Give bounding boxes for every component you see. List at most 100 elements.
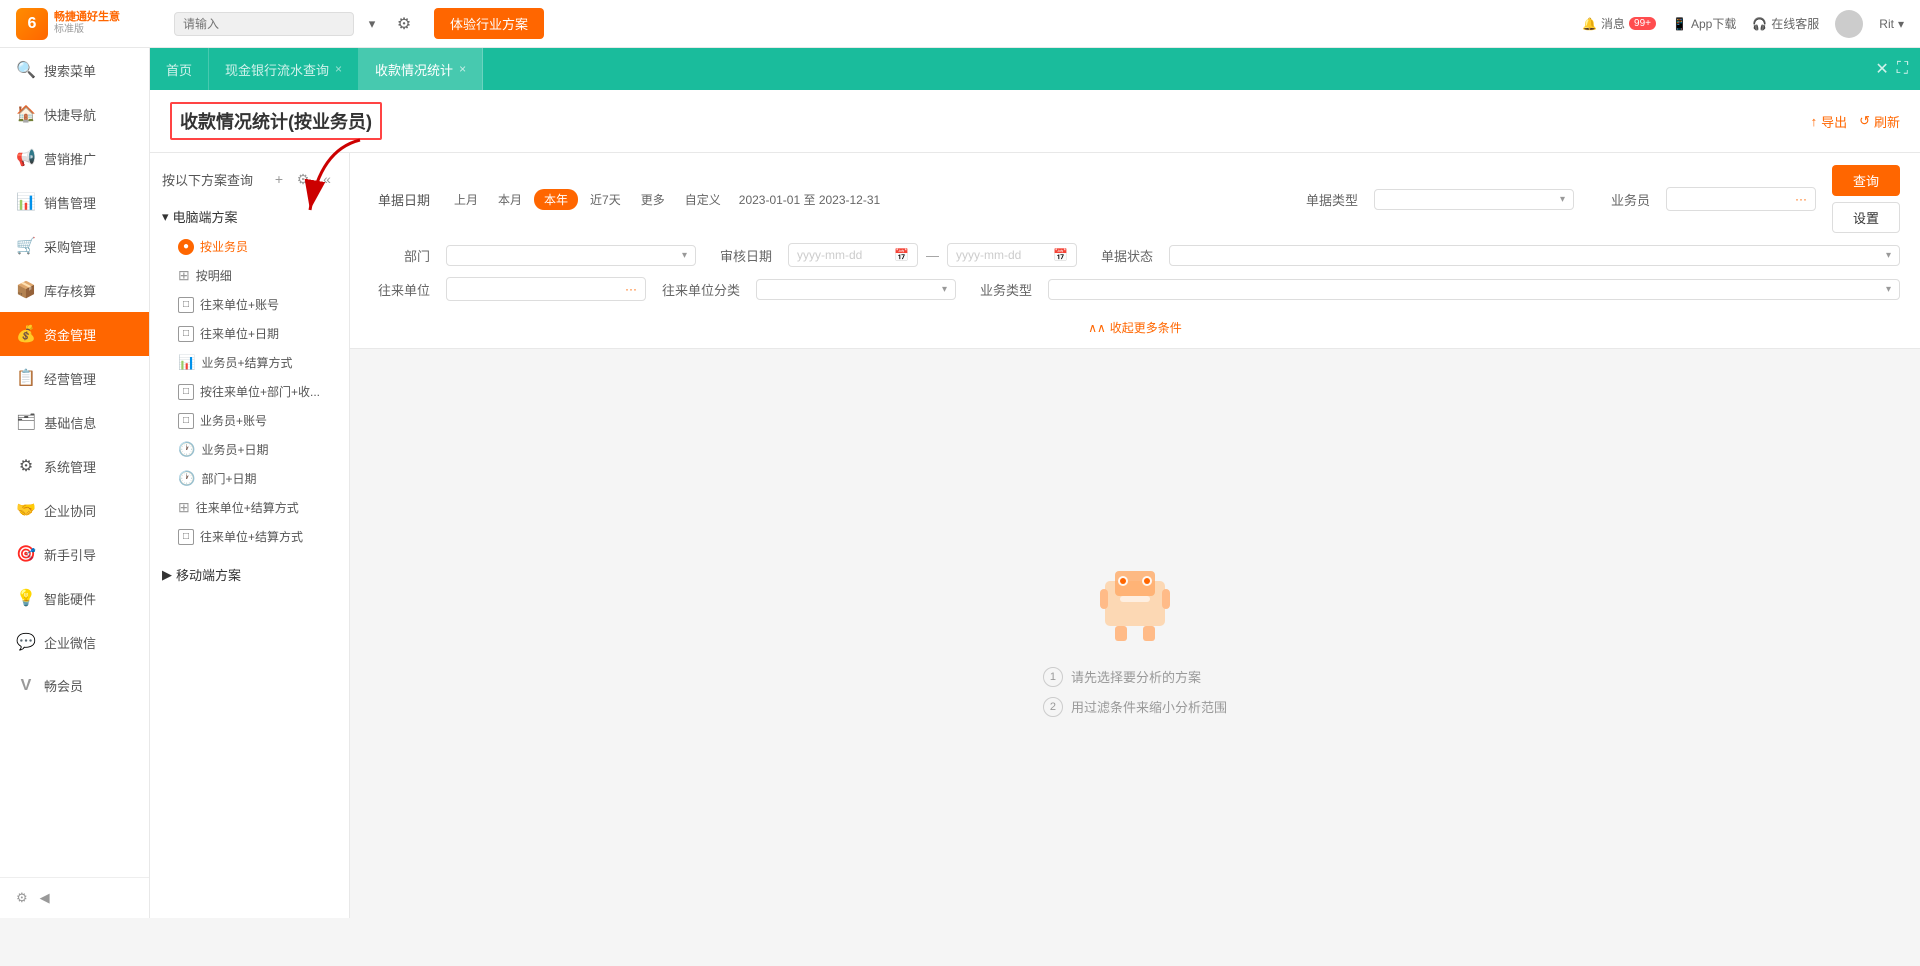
chevron-down-icon: ▾ (1886, 284, 1891, 295)
add-scheme-button[interactable]: + (269, 169, 289, 189)
scheme-settings-icon[interactable]: ⚙ (293, 169, 313, 189)
sidebar-item-label: 经营管理 (44, 369, 96, 388)
bottom-settings-icon[interactable]: ⚙ (16, 890, 28, 906)
scheme-group-mobile-header[interactable]: ▶ 移动端方案 (150, 559, 349, 590)
date-tab-more[interactable]: 更多 (633, 188, 673, 211)
partner-category-label: 往来单位分类 (662, 280, 740, 299)
tab-collection-stats-close[interactable]: × (459, 62, 466, 76)
sidebar-item-capital[interactable]: 💰 资金管理 (0, 312, 149, 356)
scheme-item-salesman-date[interactable]: 🕐 业务员+日期 (150, 435, 349, 464)
query-button[interactable]: 查询 (1832, 165, 1900, 196)
review-date-start-input[interactable]: yyyy-mm-dd 📅 (788, 243, 918, 267)
sidebar-item-operations[interactable]: 📋 经营管理 (0, 356, 149, 400)
sidebar-bottom: ⚙ ◀ (0, 877, 149, 918)
scheme-item-dept-date[interactable]: 🕐 部门+日期 (150, 464, 349, 493)
clock-icon: 🕐 (178, 470, 195, 487)
date-tab-this-year[interactable]: 本年 (534, 189, 578, 210)
bulb-icon: 💡 (16, 588, 36, 608)
handshake-icon: 🤝 (16, 500, 36, 520)
sidebar-item-purchase[interactable]: 🛒 采购管理 (0, 224, 149, 268)
partner-category-select[interactable]: ▾ (756, 279, 956, 300)
scheme-item-salesman-settle[interactable]: 📊 业务员+结算方式 (150, 348, 349, 377)
scheme-item-label: 按明细 (196, 267, 232, 284)
sidebar-item-quick-nav[interactable]: 🏠 快捷导航 (0, 92, 149, 136)
date-tab-custom[interactable]: 自定义 (677, 188, 729, 211)
partner-select[interactable]: ··· (446, 277, 646, 301)
scheme-item-label: 按业务员 (200, 238, 248, 255)
sidebar-item-sales[interactable]: 📊 销售管理 (0, 180, 149, 224)
tab-home[interactable]: 首页 (150, 48, 209, 90)
business-type-select[interactable]: ▾ (1048, 279, 1900, 300)
date-tab-last-month[interactable]: 上月 (446, 188, 486, 211)
chevron-down-icon[interactable]: ▾ (362, 14, 382, 34)
breadcrumb-input[interactable] (174, 12, 354, 36)
sidebar-item-basic[interactable]: 🗂 基础信息 (0, 400, 149, 444)
tab-bank-flow[interactable]: 现金银行流水查询 × (209, 48, 359, 90)
scheme-group-desktop: ▾ 电脑端方案 ● 按业务员 ⊞ 按明细 □ 往来单位+账号 (150, 197, 349, 555)
sidebar-item-label: 基础信息 (44, 413, 96, 432)
filter-settings-button[interactable]: 设置 (1832, 202, 1900, 233)
collapse-icon: ∧∧ (1088, 321, 1106, 335)
chevron-down-icon: ▾ (1898, 17, 1904, 31)
date-separator: — (926, 248, 939, 263)
scheme-item-by-detail[interactable]: ⊞ 按明细 (150, 261, 349, 290)
sidebar-item-marketing[interactable]: 📢 营销推广 (0, 136, 149, 180)
doc-type-select[interactable]: ▾ (1374, 189, 1574, 210)
department-label: 部门 (370, 246, 430, 265)
scheme-group-desktop-header[interactable]: ▾ 电脑端方案 (150, 201, 349, 232)
step-number-2: 2 (1043, 697, 1063, 717)
scheme-item-label: 业务员+结算方式 (201, 354, 292, 371)
collapse-button[interactable]: ∧∧ 收起更多条件 (1088, 319, 1182, 336)
user-avatar[interactable] (1835, 10, 1863, 38)
chart-icon: 📊 (16, 192, 36, 212)
messages-button[interactable]: 🔔 消息 99+ (1582, 15, 1656, 32)
bell-icon: 🔔 (1582, 17, 1597, 31)
sidebar-item-guide[interactable]: 🎯 新手引导 (0, 532, 149, 576)
doc-type-label: 单据类型 (1298, 190, 1358, 209)
trial-button[interactable]: 体验行业方案 (434, 8, 544, 39)
filter-row-1: 单据日期 上月 本月 本年 近7天 更多 自定义 2023-01-01 至 20… (370, 165, 1900, 233)
bottom-collapse-icon[interactable]: ◀ (40, 890, 50, 906)
top-header: 6 畅捷通好生意 标准版 ▾ ⚙ 体验行业方案 🔔 消息 99+ 📱 App下载… (0, 0, 1920, 48)
filter-actions: 查询 设置 (1832, 165, 1900, 233)
scheme-item-by-salesman[interactable]: ● 按业务员 (150, 232, 349, 261)
tab-expand-icon[interactable]: ⛶ (1897, 60, 1908, 78)
scheme-item-partner-account[interactable]: □ 往来单位+账号 (150, 290, 349, 319)
tab-close-all-icon[interactable]: ✕ (1875, 59, 1888, 79)
panel-collapse-icon[interactable]: « (317, 169, 337, 189)
tab-collection-stats[interactable]: 收款情况统计 × (359, 48, 483, 90)
tab-home-label: 首页 (166, 60, 192, 79)
sidebar-item-search[interactable]: 🔍 搜索菜单 (0, 48, 149, 92)
sidebar-item-system[interactable]: ⚙ 系统管理 (0, 444, 149, 488)
doc-status-select[interactable]: ▾ (1169, 245, 1900, 266)
sidebar-item-member[interactable]: V 畅会员 (0, 664, 149, 707)
export-button[interactable]: ↑ 导出 (1811, 112, 1848, 131)
review-date-end-input[interactable]: yyyy-mm-dd 📅 (947, 243, 1077, 267)
sidebar-item-wechat[interactable]: 💬 企业微信 (0, 620, 149, 664)
sidebar-item-label: 智能硬件 (44, 589, 96, 608)
scheme-item-partner-dept-collect[interactable]: □ 按往来单位+部门+收... (150, 377, 349, 406)
sidebar-item-smart-hw[interactable]: 💡 智能硬件 (0, 576, 149, 620)
scheme-item-salesman-account[interactable]: □ 业务员+账号 (150, 406, 349, 435)
page-title: 收款情况统计(按业务员) (170, 102, 382, 140)
department-select[interactable]: ▾ (446, 245, 696, 266)
scheme-item-partner-date[interactable]: □ 往来单位+日期 (150, 319, 349, 348)
left-panel-title: 按以下方案查询 (162, 170, 253, 189)
date-tab-7days[interactable]: 近7天 (582, 188, 629, 211)
step-item-2: 2 用过滤条件来缩小分析范围 (1043, 697, 1227, 717)
scheme-item-label: 往来单位+日期 (200, 325, 279, 342)
sidebar-item-inventory[interactable]: 📦 库存核算 (0, 268, 149, 312)
user-name[interactable]: Rit ▾ (1879, 17, 1904, 31)
salesman-select[interactable]: ··· (1666, 187, 1816, 211)
active-scheme-icon: ● (178, 239, 194, 255)
scheme-item-partner-settle1[interactable]: ⊞ 往来单位+结算方式 (150, 493, 349, 522)
refresh-button[interactable]: ↺ 刷新 (1859, 112, 1900, 131)
online-service-button[interactable]: 🎧 在线客服 (1752, 15, 1819, 32)
tab-bank-flow-close[interactable]: × (335, 62, 342, 76)
date-tab-this-month[interactable]: 本月 (490, 188, 530, 211)
scheme-item-partner-settle2[interactable]: □ 往来单位+结算方式 (150, 522, 349, 551)
sidebar-item-enterprise[interactable]: 🤝 企业协同 (0, 488, 149, 532)
settings-icon[interactable]: ⚙ (390, 10, 418, 38)
app-download-button[interactable]: 📱 App下载 (1672, 15, 1736, 32)
sidebar-item-label: 营销推广 (44, 149, 96, 168)
